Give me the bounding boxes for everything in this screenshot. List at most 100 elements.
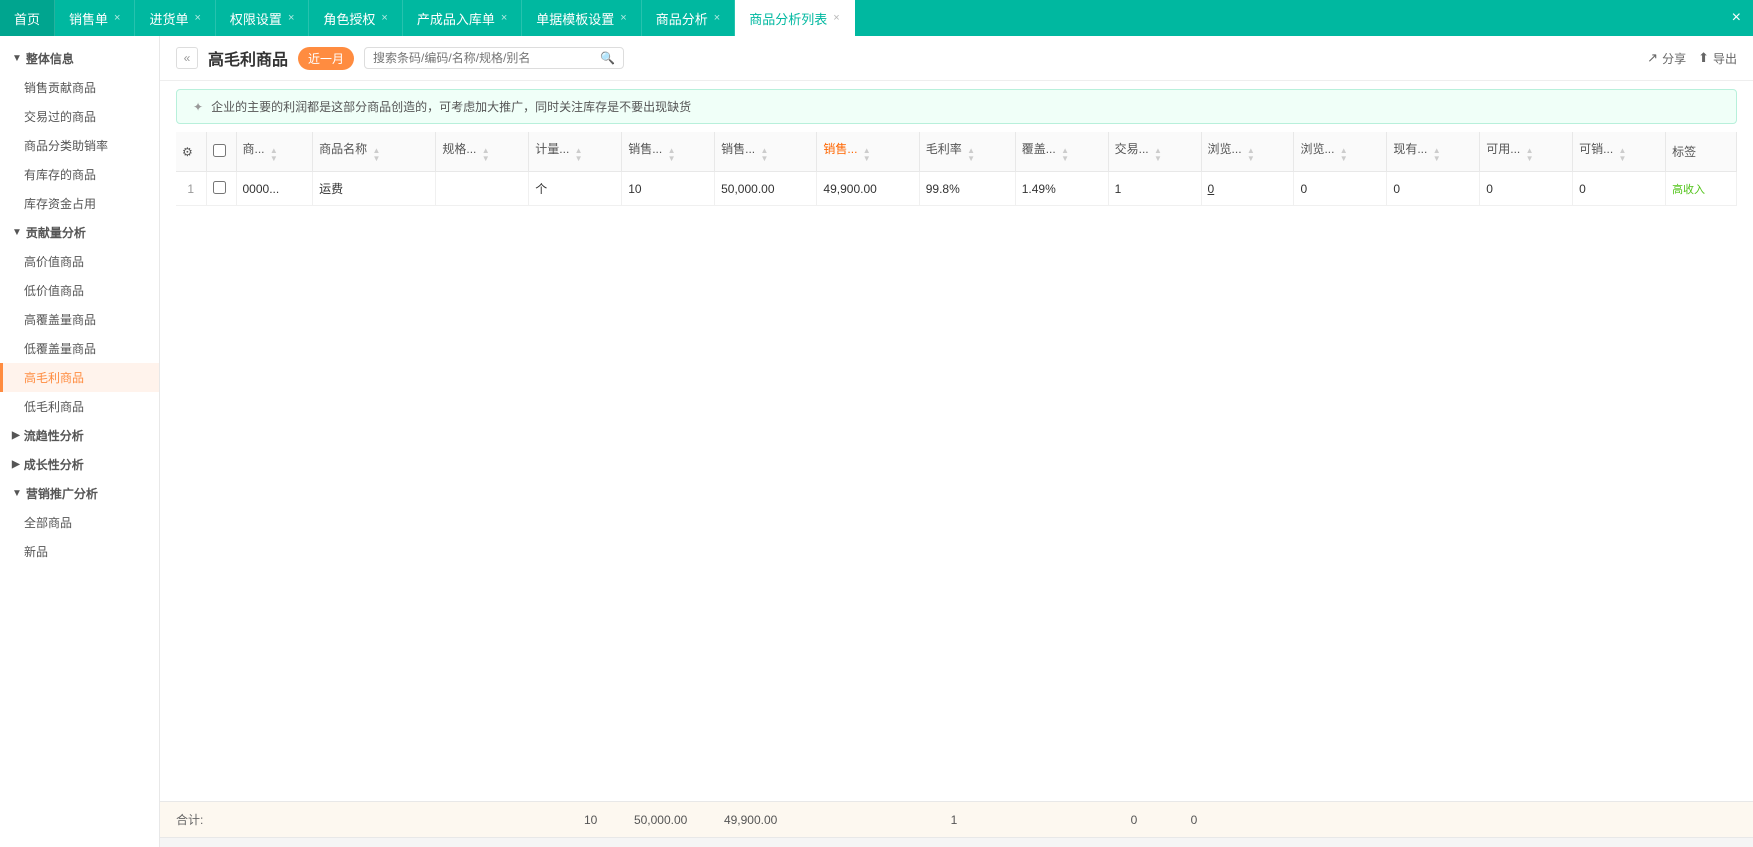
search-input[interactable] xyxy=(373,51,596,65)
sidebar-section-trend[interactable]: ▶ 流趋性分析 xyxy=(0,421,159,450)
sort-browse2[interactable]: ▲▼ xyxy=(1340,147,1348,163)
sidebar-item-high-value[interactable]: 高价值商品 xyxy=(0,247,159,276)
sidebar-item-new-products[interactable]: 新品 xyxy=(0,537,159,566)
sidebar-item-low-coverage[interactable]: 低覆盖量商品 xyxy=(0,334,159,363)
arrow-trend: ▶ xyxy=(12,430,20,441)
col-unit[interactable]: 计量... ▲▼ xyxy=(529,132,622,172)
close-tab-template-settings[interactable]: × xyxy=(620,12,626,24)
sort-transaction[interactable]: ▲▼ xyxy=(1154,147,1162,163)
row-sales-amount: 50,000.00 xyxy=(715,172,817,206)
tab-role-auth[interactable]: 角色授权 × xyxy=(309,0,402,36)
sort-name[interactable]: ▲▼ xyxy=(372,147,380,163)
export-button[interactable]: ⬆ 导出 xyxy=(1698,50,1737,67)
close-tab-role-auth[interactable]: × xyxy=(381,12,387,24)
col-settings[interactable]: ⚙ xyxy=(176,132,206,172)
col-saleable-stock[interactable]: 可销... ▲▼ xyxy=(1573,132,1666,172)
top-nav: 首页 销售单 × 进货单 × 权限设置 × 角色授权 × 产成品入库单 × 单据… xyxy=(0,0,1753,36)
sort-sales-profit[interactable]: ▲▼ xyxy=(863,147,871,163)
tab-purchase-order[interactable]: 进货单 × xyxy=(135,0,215,36)
footer-gross-margin xyxy=(783,813,843,827)
footer-sales-amount: 50,000.00 xyxy=(603,813,693,827)
footer-coverage xyxy=(843,813,903,827)
table-header-row: ⚙ 商... ▲▼ 商品名称 ▲▼ xyxy=(176,132,1737,172)
sidebar-item-low-value[interactable]: 低价值商品 xyxy=(0,276,159,305)
sort-sales-qty[interactable]: ▲▼ xyxy=(668,147,676,163)
col-spec[interactable]: 规格... ▲▼ xyxy=(436,132,529,172)
sidebar-item-all-goods[interactable]: 全部商品 xyxy=(0,508,159,537)
info-banner: ✦ 企业的主要的利润都是这部分商品创造的，可考虑加大推广，同时关注库存是不要出现… xyxy=(176,89,1737,124)
sort-spec[interactable]: ▲▼ xyxy=(482,147,490,163)
tab-product-analysis-list[interactable]: 商品分析列表 × xyxy=(735,0,854,36)
search-icon[interactable]: 🔍 xyxy=(600,51,615,65)
tab-product-analysis[interactable]: 商品分析 × xyxy=(642,0,735,36)
sidebar-item-category-assist[interactable]: 商品分类助销率 xyxy=(0,131,159,160)
sidebar-item-sales-contribution[interactable]: 销售贡献商品 xyxy=(0,73,159,102)
share-button[interactable]: ↗ 分享 xyxy=(1647,50,1686,67)
close-tab-product-analysis[interactable]: × xyxy=(714,12,720,24)
bottom-scrollbar[interactable] xyxy=(160,837,1753,847)
sort-browse1[interactable]: ▲▼ xyxy=(1247,147,1255,163)
tab-finished-goods[interactable]: 产成品入库单 × xyxy=(403,0,522,36)
col-sales-qty[interactable]: 销售... ▲▼ xyxy=(622,132,715,172)
sidebar-collapse-button[interactable]: « xyxy=(176,47,198,69)
close-tab-finished-goods[interactable]: × xyxy=(501,12,507,24)
close-tab-purchase-order[interactable]: × xyxy=(194,12,200,24)
arrow-contribution: ▼ xyxy=(12,227,22,238)
col-name[interactable]: 商品名称 ▲▼ xyxy=(313,132,436,172)
row-gross-margin: 99.8% xyxy=(919,172,1015,206)
sidebar-section-overall[interactable]: ▼ 整体信息 xyxy=(0,44,159,73)
settings-icon[interactable]: ⚙ xyxy=(182,145,193,159)
close-tab-product-analysis-list[interactable]: × xyxy=(833,12,839,24)
footer-totals: 10 50,000.00 49,900.00 1 0 0 xyxy=(543,813,1203,827)
close-tab-sales-order[interactable]: × xyxy=(114,12,120,24)
content-area: « 高毛利商品 近一月 🔍 ↗ 分享 ⬆ 导出 ✦ 企业的主要的利润都是这部 xyxy=(160,36,1753,847)
row-transaction: 1 xyxy=(1108,172,1201,206)
row-saleable-stock: 0 xyxy=(1573,172,1666,206)
col-gross-margin[interactable]: 毛利率 ▲▼ xyxy=(919,132,1015,172)
sidebar-section-growth[interactable]: ▶ 成长性分析 xyxy=(0,450,159,479)
col-available-stock[interactable]: 可用... ▲▼ xyxy=(1480,132,1573,172)
sidebar-item-in-stock[interactable]: 有库存的商品 xyxy=(0,160,159,189)
sort-saleable-stock[interactable]: ▲▼ xyxy=(1619,147,1627,163)
sidebar-section-marketing[interactable]: ▼ 营销推广分析 xyxy=(0,479,159,508)
share-icon: ↗ xyxy=(1647,50,1658,66)
table-container: ⚙ 商... ▲▼ 商品名称 ▲▼ xyxy=(160,132,1753,801)
col-code[interactable]: 商... ▲▼ xyxy=(236,132,313,172)
sort-unit[interactable]: ▲▼ xyxy=(575,147,583,163)
tab-template-settings[interactable]: 单据模板设置 × xyxy=(522,0,641,36)
sort-available-stock[interactable]: ▲▼ xyxy=(1526,147,1534,163)
sidebar-item-low-margin[interactable]: 低毛利商品 xyxy=(0,392,159,421)
col-current-stock[interactable]: 现有... ▲▼ xyxy=(1387,132,1480,172)
sidebar-section-contribution[interactable]: ▼ 贡献量分析 xyxy=(0,218,159,247)
sidebar-item-high-margin[interactable]: 高毛利商品 xyxy=(0,363,159,392)
col-tag[interactable]: 标签 xyxy=(1666,132,1737,172)
row-select-checkbox[interactable] xyxy=(213,181,226,194)
sort-code[interactable]: ▲▼ xyxy=(270,147,278,163)
sort-current-stock[interactable]: ▲▼ xyxy=(1433,147,1441,163)
filter-recent-month-button[interactable]: 近一月 xyxy=(298,47,354,70)
sort-sales-amount[interactable]: ▲▼ xyxy=(760,147,768,163)
close-tab-permission-settings[interactable]: × xyxy=(288,12,294,24)
col-coverage[interactable]: 覆盖... ▲▼ xyxy=(1015,132,1108,172)
footer-label: 合计: xyxy=(176,811,203,828)
sidebar-item-traded-goods[interactable]: 交易过的商品 xyxy=(0,102,159,131)
col-browse2[interactable]: 浏览... ▲▼ xyxy=(1294,132,1387,172)
table-footer: 合计: 10 50,000.00 49,900.00 1 0 0 xyxy=(160,801,1753,837)
col-sales-amount[interactable]: 销售... ▲▼ xyxy=(715,132,817,172)
row-checkbox[interactable] xyxy=(206,172,236,206)
sidebar-item-stock-capital[interactable]: 库存资金占用 xyxy=(0,189,159,218)
close-all-tabs[interactable]: × xyxy=(1720,9,1753,27)
sidebar-item-high-coverage[interactable]: 高覆盖量商品 xyxy=(0,305,159,334)
tab-home[interactable]: 首页 xyxy=(0,0,55,36)
row-num: 1 xyxy=(176,172,206,206)
select-all-checkbox[interactable] xyxy=(213,144,226,157)
tab-permission-settings[interactable]: 权限设置 × xyxy=(216,0,309,36)
col-sales-profit[interactable]: 销售... ▲▼ xyxy=(817,132,919,172)
tab-sales-order[interactable]: 销售单 × xyxy=(55,0,135,36)
col-browse1[interactable]: 浏览... ▲▼ xyxy=(1201,132,1294,172)
row-sales-qty: 10 xyxy=(622,172,715,206)
sort-gross-margin[interactable]: ▲▼ xyxy=(967,147,975,163)
sort-coverage[interactable]: ▲▼ xyxy=(1061,147,1069,163)
col-transaction[interactable]: 交易... ▲▼ xyxy=(1108,132,1201,172)
row-browse1[interactable]: 0 xyxy=(1201,172,1294,206)
